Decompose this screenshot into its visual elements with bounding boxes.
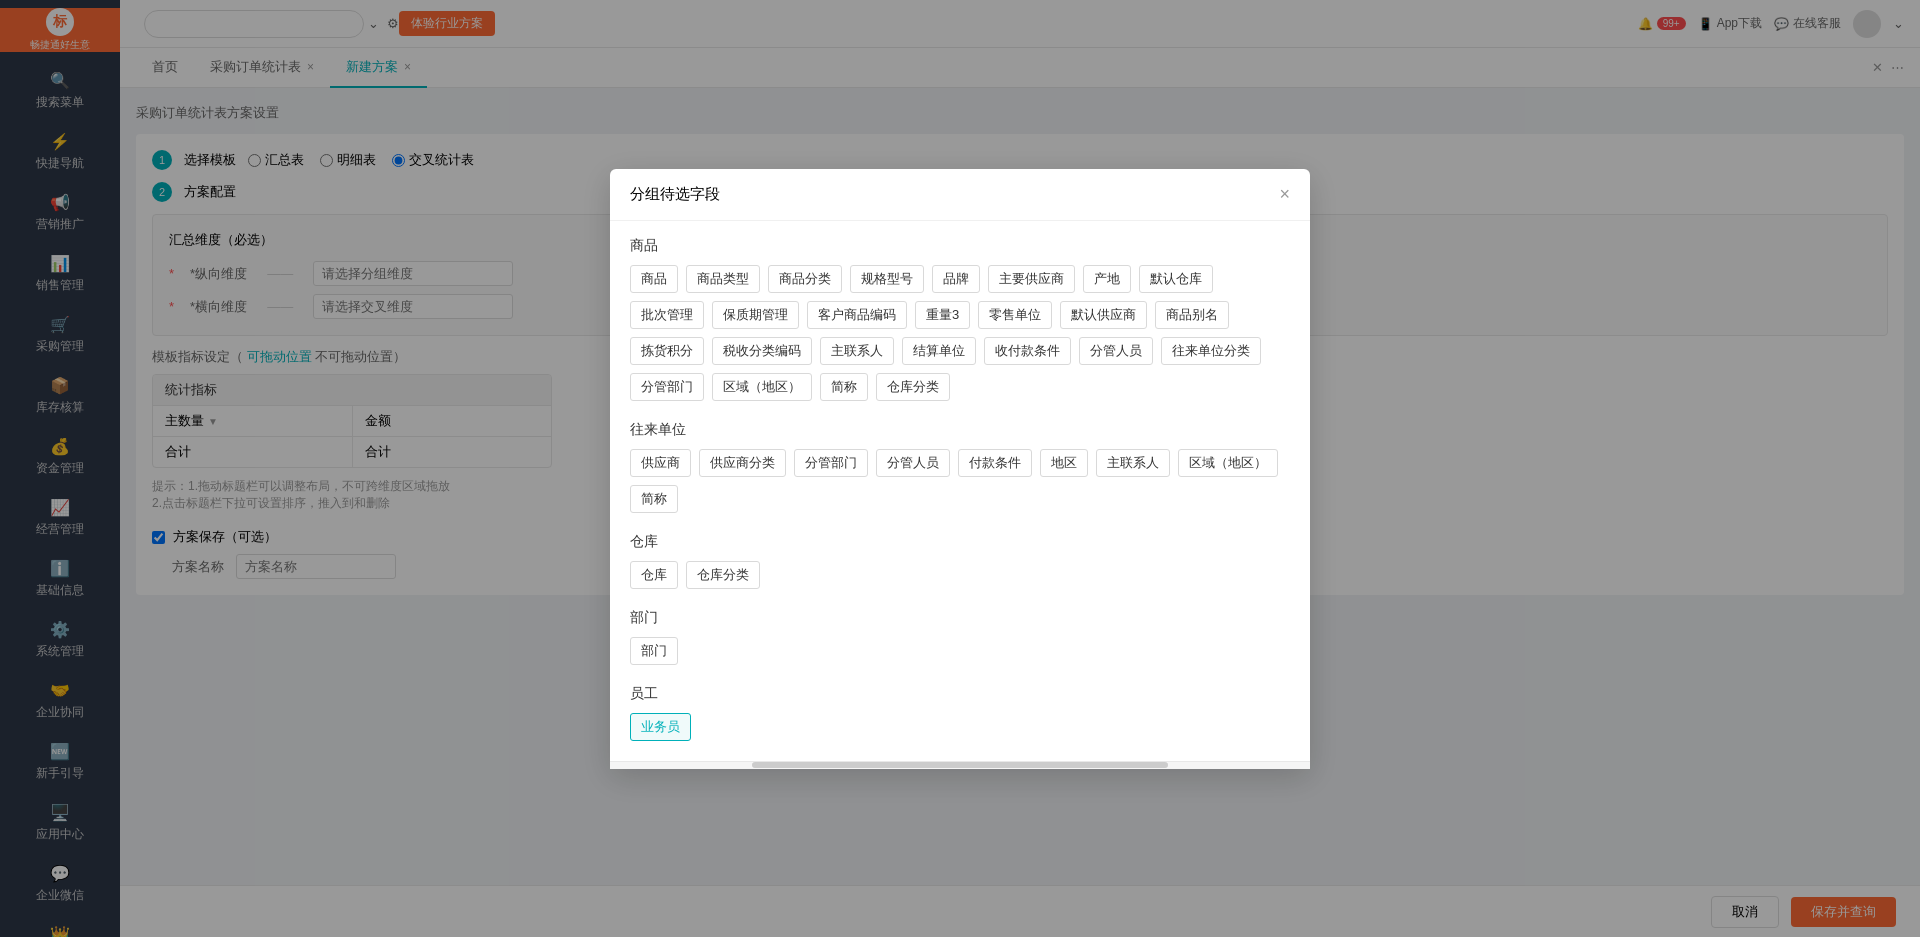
field-tag-0-3[interactable]: 规格型号 (850, 265, 924, 293)
field-tag-1-0[interactable]: 供应商 (630, 449, 691, 477)
modal-title: 分组待选字段 (630, 185, 720, 204)
field-grid-2: 仓库仓库分类 (630, 561, 1290, 589)
field-tag-0-16[interactable]: 税收分类编码 (712, 337, 812, 365)
field-tag-1-4[interactable]: 付款条件 (958, 449, 1032, 477)
modal-body: 商品商品商品类型商品分类规格型号品牌主要供应商产地默认仓库批次管理保质期管理客户… (610, 221, 1310, 761)
field-tag-1-1[interactable]: 供应商分类 (699, 449, 786, 477)
field-tag-0-13[interactable]: 默认供应商 (1060, 301, 1147, 329)
field-tag-1-5[interactable]: 地区 (1040, 449, 1088, 477)
field-tag-1-6[interactable]: 主联系人 (1096, 449, 1170, 477)
field-section-3: 部门部门 (630, 609, 1290, 665)
modal-overlay: 分组待选字段 × 商品商品商品类型商品分类规格型号品牌主要供应商产地默认仓库批次… (0, 0, 1920, 937)
field-tag-0-5[interactable]: 主要供应商 (988, 265, 1075, 293)
field-tag-0-23[interactable]: 区域（地区） (712, 373, 812, 401)
field-tag-0-8[interactable]: 批次管理 (630, 301, 704, 329)
field-tag-0-25[interactable]: 仓库分类 (876, 373, 950, 401)
field-tag-0-0[interactable]: 商品 (630, 265, 678, 293)
field-tag-4-0[interactable]: 业务员 (630, 713, 691, 741)
field-tag-0-2[interactable]: 商品分类 (768, 265, 842, 293)
field-tag-0-12[interactable]: 零售单位 (978, 301, 1052, 329)
field-tag-0-17[interactable]: 主联系人 (820, 337, 894, 365)
field-tag-0-9[interactable]: 保质期管理 (712, 301, 799, 329)
modal-header: 分组待选字段 × (610, 169, 1310, 221)
field-tag-0-20[interactable]: 分管人员 (1079, 337, 1153, 365)
field-tag-0-11[interactable]: 重量3 (915, 301, 970, 329)
field-tag-0-19[interactable]: 收付款条件 (984, 337, 1071, 365)
field-section-0: 商品商品商品类型商品分类规格型号品牌主要供应商产地默认仓库批次管理保质期管理客户… (630, 237, 1290, 401)
field-tag-0-7[interactable]: 默认仓库 (1139, 265, 1213, 293)
field-grid-4: 业务员 (630, 713, 1290, 741)
field-tag-0-10[interactable]: 客户商品编码 (807, 301, 907, 329)
field-tag-2-1[interactable]: 仓库分类 (686, 561, 760, 589)
field-tag-0-4[interactable]: 品牌 (932, 265, 980, 293)
field-tag-3-0[interactable]: 部门 (630, 637, 678, 665)
field-section-title-0: 商品 (630, 237, 1290, 255)
field-tag-0-14[interactable]: 商品别名 (1155, 301, 1229, 329)
field-grid-0: 商品商品类型商品分类规格型号品牌主要供应商产地默认仓库批次管理保质期管理客户商品… (630, 265, 1290, 401)
field-section-title-3: 部门 (630, 609, 1290, 627)
field-section-4: 员工业务员 (630, 685, 1290, 741)
field-tag-0-15[interactable]: 拣货积分 (630, 337, 704, 365)
field-grid-3: 部门 (630, 637, 1290, 665)
field-section-1: 往来单位供应商供应商分类分管部门分管人员付款条件地区主联系人区域（地区） 简称 (630, 421, 1290, 513)
field-tag-0-21[interactable]: 往来单位分类 (1161, 337, 1261, 365)
field-section-2: 仓库仓库仓库分类 (630, 533, 1290, 589)
field-tag-1-3[interactable]: 分管人员 (876, 449, 950, 477)
field-tag-1-2[interactable]: 分管部门 (794, 449, 868, 477)
field-section-title-2: 仓库 (630, 533, 1290, 551)
field-tag-0-1[interactable]: 商品类型 (686, 265, 760, 293)
field-tag-0-24[interactable]: 简称 (820, 373, 868, 401)
field-tag-0-18[interactable]: 结算单位 (902, 337, 976, 365)
modal: 分组待选字段 × 商品商品商品类型商品分类规格型号品牌主要供应商产地默认仓库批次… (610, 169, 1310, 769)
field-section-title-1: 往来单位 (630, 421, 1290, 439)
field-grid-1: 供应商供应商分类分管部门分管人员付款条件地区主联系人区域（地区） 简称 (630, 449, 1290, 513)
field-section-title-4: 员工 (630, 685, 1290, 703)
modal-hscroll[interactable] (610, 761, 1310, 769)
field-tag-2-0[interactable]: 仓库 (630, 561, 678, 589)
modal-close-button[interactable]: × (1279, 185, 1290, 203)
field-tag-0-22[interactable]: 分管部门 (630, 373, 704, 401)
field-tag-1-7[interactable]: 区域（地区） (1178, 449, 1278, 477)
field-tag-1-8[interactable]: 简称 (630, 485, 678, 513)
field-tag-0-6[interactable]: 产地 (1083, 265, 1131, 293)
